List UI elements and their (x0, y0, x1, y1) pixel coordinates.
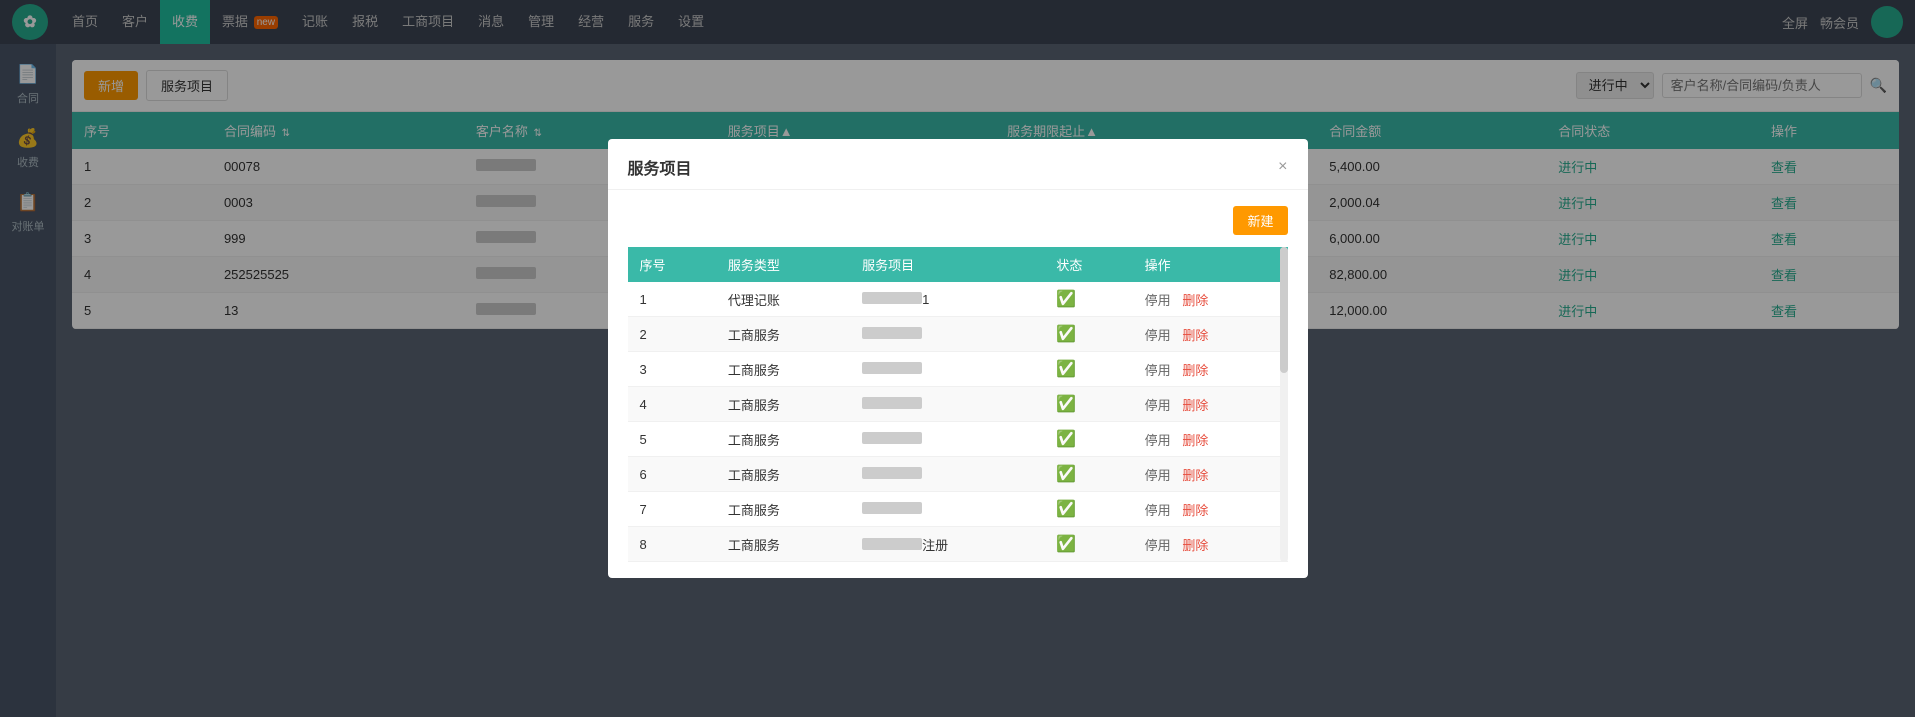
delete-button[interactable]: 删除 (1182, 363, 1208, 378)
modal-table-row: 8 工商服务 注册 ✅ 停用 删除 (628, 527, 1288, 562)
stop-button[interactable]: 停用 (1145, 293, 1171, 308)
modal-overlay[interactable]: 服务项目 × 新建 序号 服务类型 服务项目 状态 操作 (0, 0, 1915, 717)
modal-cell-type: 工商服务 (716, 317, 850, 352)
modal-cell-index: 4 (628, 387, 716, 422)
modal-cell-index: 8 (628, 527, 716, 562)
modal-title: 服务项目 (628, 155, 692, 179)
delete-button[interactable]: 删除 (1182, 328, 1208, 343)
modal-cell-type: 工商服务 (716, 527, 850, 562)
stop-button[interactable]: 停用 (1145, 468, 1171, 483)
stop-button[interactable]: 停用 (1145, 328, 1171, 343)
modal-cell-status: ✅ (1044, 282, 1132, 317)
modal-cell-item (850, 422, 1044, 457)
modal-table-row: 4 工商服务 ✅ 停用 删除 (628, 387, 1288, 422)
modal-table-row: 2 工商服务 ✅ 停用 删除 (628, 317, 1288, 352)
modal-cell-index: 5 (628, 422, 716, 457)
modal-cell-index: 3 (628, 352, 716, 387)
delete-button[interactable]: 删除 (1182, 468, 1208, 483)
stop-button[interactable]: 停用 (1145, 503, 1171, 518)
scroll-track[interactable] (1280, 247, 1288, 562)
modal-cell-index: 2 (628, 317, 716, 352)
modal-close-button[interactable]: × (1278, 158, 1287, 176)
delete-button[interactable]: 删除 (1182, 293, 1208, 308)
modal-table-row: 7 工商服务 ✅ 停用 删除 (628, 492, 1288, 527)
modal-col-status: 状态 (1044, 247, 1132, 282)
modal-cell-item (850, 457, 1044, 492)
modal-cell-type: 代理记账 (716, 282, 850, 317)
scroll-thumb[interactable] (1280, 247, 1288, 373)
modal-cell-action: 停用 删除 (1133, 352, 1288, 387)
modal-body: 新建 序号 服务类型 服务项目 状态 操作 1 代理记账 (608, 190, 1308, 578)
modal-cell-item (850, 492, 1044, 527)
modal-new-button[interactable]: 新建 (1233, 206, 1287, 235)
stop-button[interactable]: 停用 (1145, 398, 1171, 413)
modal-table-area: 序号 服务类型 服务项目 状态 操作 1 代理记账 1 ✅ 停用 删除 2 工商… (628, 247, 1288, 562)
modal-cell-index: 6 (628, 457, 716, 492)
modal-cell-type: 工商服务 (716, 387, 850, 422)
modal-cell-item: 注册 (850, 527, 1044, 562)
modal-cell-status: ✅ (1044, 352, 1132, 387)
modal-table-row: 3 工商服务 ✅ 停用 删除 (628, 352, 1288, 387)
modal-cell-type: 工商服务 (716, 457, 850, 492)
service-items-modal: 服务项目 × 新建 序号 服务类型 服务项目 状态 操作 (608, 139, 1308, 578)
modal-cell-status: ✅ (1044, 492, 1132, 527)
modal-table-header: 序号 服务类型 服务项目 状态 操作 (628, 247, 1288, 282)
modal-cell-item: 1 (850, 282, 1044, 317)
modal-cell-status: ✅ (1044, 387, 1132, 422)
modal-cell-status: ✅ (1044, 457, 1132, 492)
modal-table-row: 6 工商服务 ✅ 停用 删除 (628, 457, 1288, 492)
delete-button[interactable]: 删除 (1182, 538, 1208, 553)
modal-cell-action: 停用 删除 (1133, 457, 1288, 492)
modal-header: 服务项目 × (608, 139, 1308, 190)
modal-col-type: 服务类型 (716, 247, 850, 282)
modal-cell-status: ✅ (1044, 422, 1132, 457)
modal-cell-action: 停用 删除 (1133, 317, 1288, 352)
modal-cell-action: 停用 删除 (1133, 422, 1288, 457)
stop-button[interactable]: 停用 (1145, 363, 1171, 378)
modal-col-action: 操作 (1133, 247, 1288, 282)
modal-table-row: 5 工商服务 ✅ 停用 删除 (628, 422, 1288, 457)
modal-cell-action: 停用 删除 (1133, 492, 1288, 527)
modal-cell-action: 停用 删除 (1133, 387, 1288, 422)
modal-col-item: 服务项目 (850, 247, 1044, 282)
modal-table-row: 1 代理记账 1 ✅ 停用 删除 (628, 282, 1288, 317)
stop-button[interactable]: 停用 (1145, 433, 1171, 448)
delete-button[interactable]: 删除 (1182, 398, 1208, 413)
modal-cell-action: 停用 删除 (1133, 282, 1288, 317)
modal-cell-type: 工商服务 (716, 492, 850, 527)
delete-button[interactable]: 删除 (1182, 433, 1208, 448)
modal-cell-index: 7 (628, 492, 716, 527)
modal-cell-item (850, 387, 1044, 422)
modal-cell-status: ✅ (1044, 317, 1132, 352)
modal-col-index: 序号 (628, 247, 716, 282)
stop-button[interactable]: 停用 (1145, 538, 1171, 553)
modal-cell-status: ✅ (1044, 527, 1132, 562)
modal-cell-item (850, 352, 1044, 387)
modal-cell-type: 工商服务 (716, 352, 850, 387)
modal-cell-index: 1 (628, 282, 716, 317)
modal-cell-type: 工商服务 (716, 422, 850, 457)
delete-button[interactable]: 删除 (1182, 503, 1208, 518)
modal-toolbar: 新建 (628, 206, 1288, 235)
modal-cell-item (850, 317, 1044, 352)
service-items-table: 序号 服务类型 服务项目 状态 操作 1 代理记账 1 ✅ 停用 删除 2 工商… (628, 247, 1288, 562)
modal-cell-action: 停用 删除 (1133, 527, 1288, 562)
